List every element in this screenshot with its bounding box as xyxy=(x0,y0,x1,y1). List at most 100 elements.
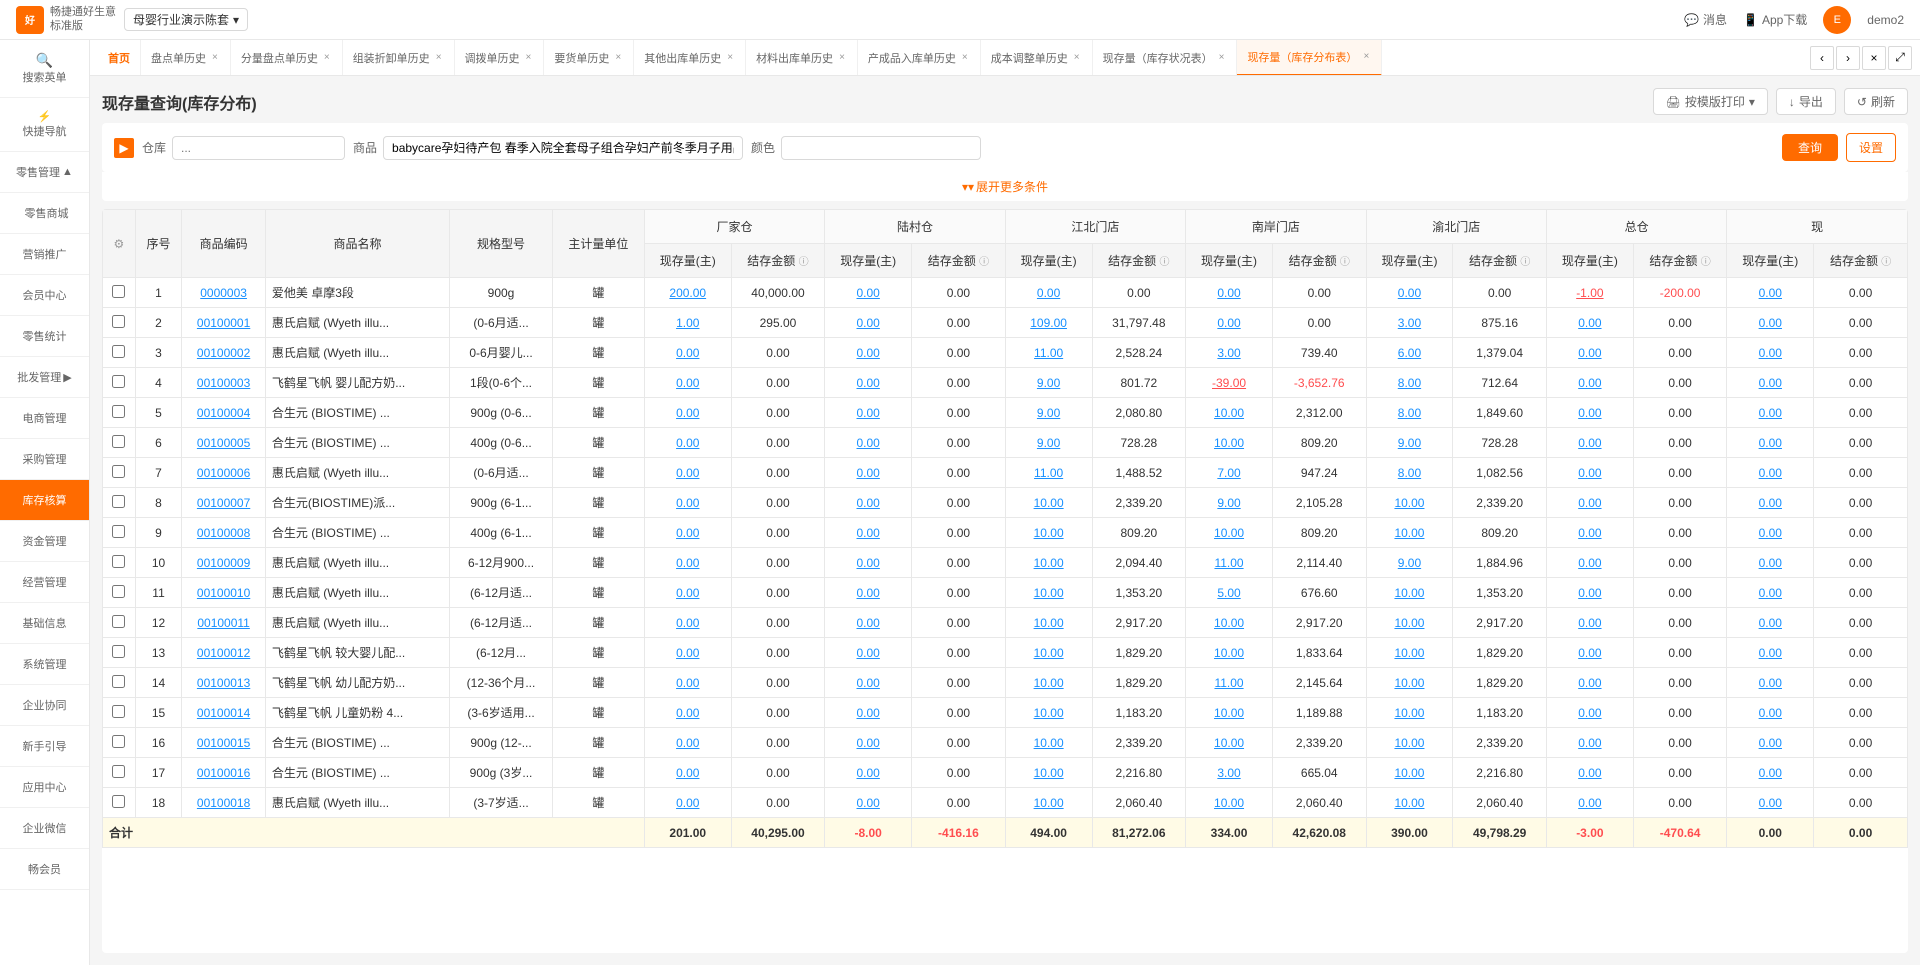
tab-close-product-in[interactable]: × xyxy=(960,51,970,64)
tab-demand[interactable]: 要货单历史 × xyxy=(544,40,634,76)
tab-home[interactable]: 首页 xyxy=(98,40,141,76)
tab-bar: 首页 盘点单历史 × 分量盘点单历史 × 组装折卸单历史 × 调拨单历史 × 要… xyxy=(90,40,1920,76)
logo-icon: 好 xyxy=(16,6,44,34)
user-avatar[interactable]: E xyxy=(1823,6,1851,34)
table-row: 13 00100012 飞鹤星飞帆 较大婴儿配... (6-12月... 罐 0… xyxy=(103,638,1908,668)
app-download-btn[interactable]: 📱 App下载 xyxy=(1743,11,1807,28)
color-input[interactable] xyxy=(781,136,981,160)
row-checkbox[interactable] xyxy=(103,668,136,698)
message-btn[interactable]: 💬 消息 xyxy=(1684,11,1727,28)
col-changjia-cun: 现存量(主) xyxy=(644,244,731,278)
col-xian-cun: 现存量(主) xyxy=(1727,244,1814,278)
col-nanan-cun: 现存量(主) xyxy=(1186,244,1273,278)
sidebar-item-quick-nav[interactable]: ⚡ 快捷导航 xyxy=(0,98,89,152)
content-area: 首页 盘点单历史 × 分量盘点单历史 × 组装折卸单历史 × 调拨单历史 × 要… xyxy=(90,40,1920,965)
row-checkbox[interactable] xyxy=(103,488,136,518)
tab-material-out[interactable]: 材料出库单历史 × xyxy=(746,40,858,76)
row-checkbox[interactable] xyxy=(103,698,136,728)
tab-stock-status[interactable]: 现存量（库存状况表） × xyxy=(1093,40,1238,76)
tab-split-stock[interactable]: 分量盘点单历史 × xyxy=(231,40,343,76)
tab-close-stock-dist[interactable]: × xyxy=(1361,50,1371,63)
tab-close-material-out[interactable]: × xyxy=(837,51,847,64)
refresh-btn[interactable]: ↺ 刷新 xyxy=(1844,88,1908,115)
tab-other-out[interactable]: 其他出库单历史 × xyxy=(634,40,746,76)
logo-text: 畅捷通好生意 标准版 xyxy=(50,6,116,32)
col-settings[interactable]: ⚙ xyxy=(103,210,136,278)
tab-transfer[interactable]: 调拨单历史 × xyxy=(455,40,545,76)
col-code: 商品编码 xyxy=(182,210,266,278)
row-checkbox[interactable] xyxy=(103,458,136,488)
tab-close-split-stock[interactable]: × xyxy=(322,51,332,64)
sidebar-item-retail-stats[interactable]: 零售统计 xyxy=(0,316,89,357)
search-btn[interactable]: 查询 xyxy=(1782,134,1838,161)
sidebar-item-system[interactable]: 系统管理 xyxy=(0,644,89,685)
search-icon: 🔍 xyxy=(4,52,85,69)
main-layout: 🔍 搜索英单 ⚡ 快捷导航 零售管理 ▲ 零售商城 营销推广 会员中心 零售统计… xyxy=(0,40,1920,965)
tab-close-stock-single[interactable]: × xyxy=(210,51,220,64)
top-bar: 好 畅捷通好生意 标准版 母婴行业演示陈套 ▾ 💬 消息 📱 App下载 E d… xyxy=(0,0,1920,40)
tab-stock-dist[interactable]: 现存量（库存分布表） × xyxy=(1237,40,1382,76)
row-checkbox[interactable] xyxy=(103,728,136,758)
row-checkbox[interactable] xyxy=(103,758,136,788)
sidebar-item-app-center[interactable]: 应用中心 xyxy=(0,767,89,808)
sidebar-item-marketing[interactable]: 营销推广 xyxy=(0,234,89,275)
setting-btn[interactable]: 设置 xyxy=(1846,133,1896,162)
print-btn[interactable]: 🖨 按模版打印 ▾ xyxy=(1653,88,1768,115)
goods-input[interactable] xyxy=(383,136,743,160)
row-checkbox[interactable] xyxy=(103,518,136,548)
table-row: 18 00100018 惠氏启赋 (Wyeth illu... (3-7岁适..… xyxy=(103,788,1908,818)
sidebar-item-basic-info[interactable]: 基础信息 xyxy=(0,603,89,644)
row-checkbox[interactable] xyxy=(103,428,136,458)
tab-next-btn[interactable]: › xyxy=(1836,46,1860,70)
filter-color: 颜色 xyxy=(751,136,981,160)
industry-selector[interactable]: 母婴行业演示陈套 ▾ xyxy=(124,8,248,31)
tab-product-in[interactable]: 产成品入库单历史 × xyxy=(858,40,981,76)
row-checkbox[interactable] xyxy=(103,308,136,338)
tab-close-transfer[interactable]: × xyxy=(524,51,534,64)
sidebar-item-inventory[interactable]: 库存核算 xyxy=(0,480,89,521)
chevron-down-icon: ▾ xyxy=(1749,95,1755,109)
row-checkbox[interactable] xyxy=(103,368,136,398)
row-checkbox[interactable] xyxy=(103,578,136,608)
sidebar-item-finance[interactable]: 资金管理 xyxy=(0,521,89,562)
tab-cost-adjust[interactable]: 成本调整单历史 × xyxy=(981,40,1093,76)
sidebar: 🔍 搜索英单 ⚡ 快捷导航 零售管理 ▲ 零售商城 营销推广 会员中心 零售统计… xyxy=(0,40,90,965)
tab-stock-single[interactable]: 盘点单历史 × xyxy=(141,40,231,76)
chevron-down-icon: ▾ xyxy=(233,13,239,27)
tab-assembly[interactable]: 组装折卸单历史 × xyxy=(343,40,455,76)
tab-close-stock-status[interactable]: × xyxy=(1217,51,1227,64)
tab-close-cost-adjust[interactable]: × xyxy=(1072,51,1082,64)
sidebar-item-member[interactable]: 会员中心 xyxy=(0,275,89,316)
tab-close-other-out[interactable]: × xyxy=(725,51,735,64)
sidebar-item-vip[interactable]: 畅会员 xyxy=(0,849,89,890)
expand-conditions-btn[interactable]: ▾▾ 展开更多条件 xyxy=(962,178,1048,195)
table-row: 14 00100013 飞鹤星飞帆 幼儿配方奶... (12-36个月... 罐… xyxy=(103,668,1908,698)
tab-expand-btn[interactable]: ⤢ xyxy=(1888,46,1912,70)
tab-close-assembly[interactable]: × xyxy=(434,51,444,64)
sidebar-item-operations[interactable]: 经营管理 xyxy=(0,562,89,603)
sidebar-item-newbie[interactable]: 新手引导 xyxy=(0,726,89,767)
username[interactable]: demo2 xyxy=(1867,13,1904,27)
row-checkbox[interactable] xyxy=(103,548,136,578)
sidebar-item-wholesale[interactable]: 批发管理 ▶ xyxy=(0,357,89,398)
sidebar-item-purchase[interactable]: 采购管理 xyxy=(0,439,89,480)
row-checkbox[interactable] xyxy=(103,278,136,308)
sidebar-item-ecommerce[interactable]: 电商管理 xyxy=(0,398,89,439)
warehouse-input[interactable] xyxy=(172,136,345,160)
filter-toggle-btn[interactable]: ▶ xyxy=(114,138,134,158)
row-checkbox[interactable] xyxy=(103,788,136,818)
sidebar-item-retail-shop[interactable]: 零售商城 xyxy=(0,193,89,234)
sidebar-item-enterprise[interactable]: 企业协同 xyxy=(0,685,89,726)
sidebar-item-wechat[interactable]: 企业微信 xyxy=(0,808,89,849)
row-checkbox[interactable] xyxy=(103,398,136,428)
row-checkbox[interactable] xyxy=(103,608,136,638)
row-checkbox[interactable] xyxy=(103,338,136,368)
tab-close-all-btn[interactable]: × xyxy=(1862,46,1886,70)
tab-close-demand[interactable]: × xyxy=(613,51,623,64)
export-btn[interactable]: ↓ 导出 xyxy=(1776,88,1836,115)
tab-prev-btn[interactable]: ‹ xyxy=(1810,46,1834,70)
sidebar-item-search[interactable]: 🔍 搜索英单 xyxy=(0,40,89,98)
row-checkbox[interactable] xyxy=(103,638,136,668)
col-zong-jin: 结存金额 ⓘ xyxy=(1633,244,1727,278)
sidebar-item-retail-mgmt[interactable]: 零售管理 ▲ xyxy=(0,152,89,193)
